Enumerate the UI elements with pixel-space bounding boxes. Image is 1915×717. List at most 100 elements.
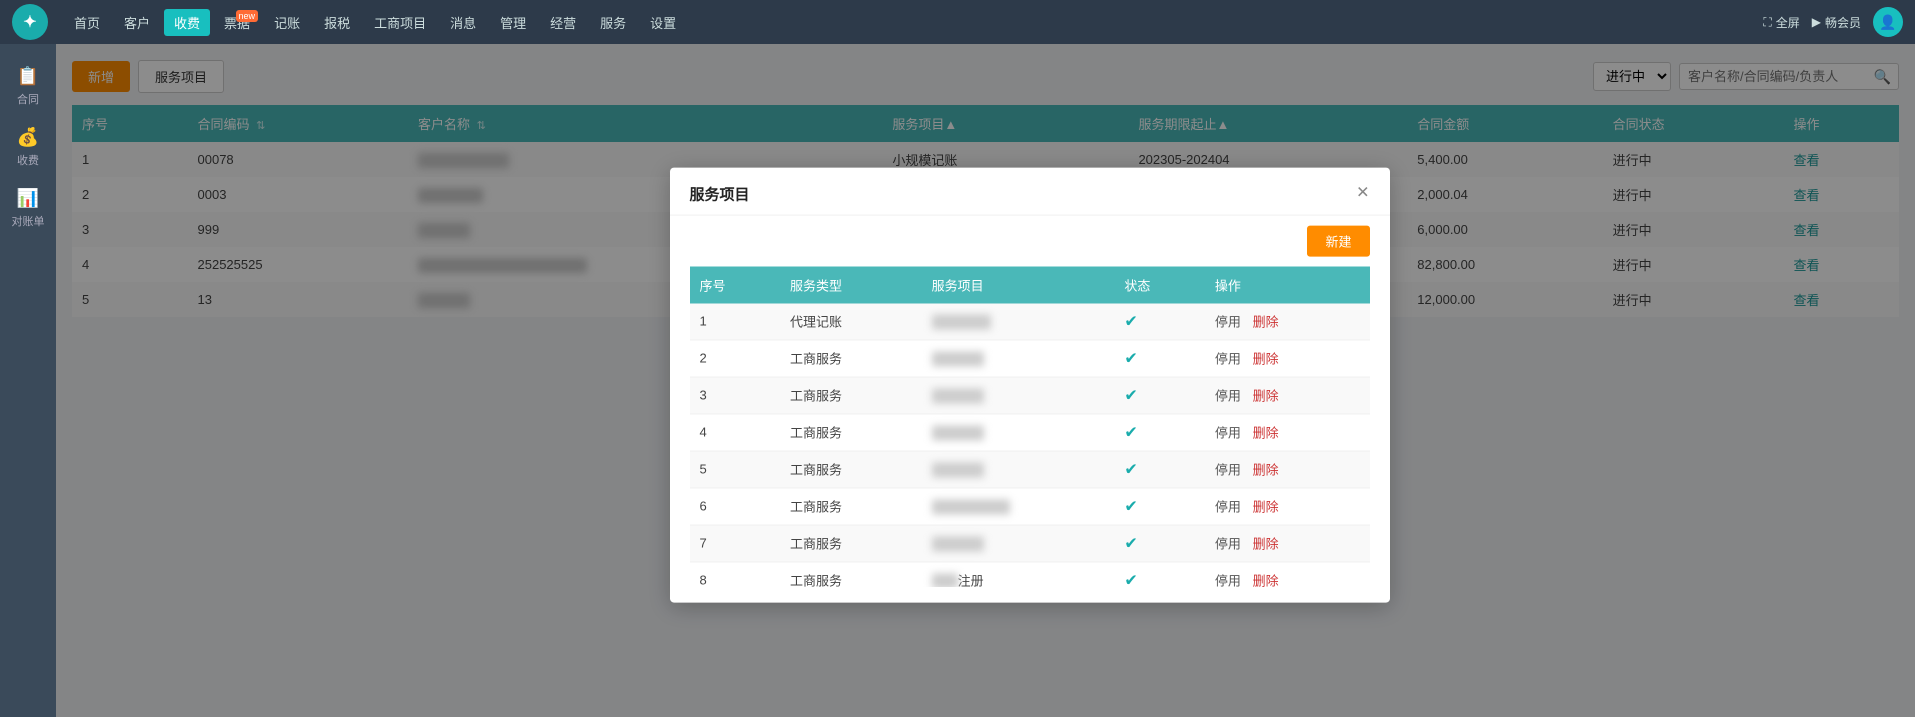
delete-button[interactable]: 删除 xyxy=(1253,389,1279,404)
status-check-icon: ✔ xyxy=(1124,572,1137,586)
modal-cell-seq: 5 xyxy=(690,451,781,488)
nav-operation[interactable]: 经营 xyxy=(540,9,586,36)
fee-icon: 💰 xyxy=(17,127,39,148)
modal-table-row: 6 工商服务 服务项目六七 ✔ 停用 删除 xyxy=(690,488,1370,525)
modal-col-status: 状态 xyxy=(1114,266,1205,303)
modal-cell-action: 停用 删除 xyxy=(1205,377,1370,414)
sidebar-label-contract: 合同 xyxy=(17,91,39,107)
modal-table-row: 1 代理记账 服务项目1 ✔ 停用 删除 xyxy=(690,303,1370,340)
status-check-icon: ✔ xyxy=(1124,461,1137,478)
delete-button[interactable]: 删除 xyxy=(1253,500,1279,515)
modal-cell-item: 服务项目 xyxy=(922,525,1115,562)
service-item-modal: 服务项目 ✕ 新建 序号 服务类型 服务项目 状态 操作 1 xyxy=(670,167,1390,602)
modal-cell-item: 服务项目 xyxy=(922,451,1115,488)
modal-table-row: 3 工商服务 服务项目 ✔ 停用 删除 xyxy=(690,377,1370,414)
nav-tax[interactable]: 报税 xyxy=(314,9,360,36)
delete-button[interactable]: 删除 xyxy=(1253,426,1279,441)
modal-cell-status: ✔ xyxy=(1114,340,1205,377)
modal-cell-seq: 4 xyxy=(690,414,781,451)
modal-cell-item: 服务项目六七 xyxy=(922,488,1115,525)
avatar[interactable]: 👤 xyxy=(1873,7,1903,37)
stop-button[interactable]: 停用 xyxy=(1215,500,1241,515)
stop-button[interactable]: 停用 xyxy=(1215,389,1241,404)
stop-button[interactable]: 停用 xyxy=(1215,574,1241,587)
fullscreen-label: 全屏 xyxy=(1776,14,1800,31)
stop-button[interactable]: 停用 xyxy=(1215,315,1241,330)
modal-cell-type: 工商服务 xyxy=(780,377,922,414)
modal-close-button[interactable]: ✕ xyxy=(1356,186,1369,202)
modal-cell-type: 工商服务 xyxy=(780,451,922,488)
modal-cell-action: 停用 删除 xyxy=(1205,451,1370,488)
nav-manage[interactable]: 管理 xyxy=(490,9,536,36)
nav-business-project[interactable]: 工商项目 xyxy=(364,9,436,36)
modal-cell-action: 停用 删除 xyxy=(1205,562,1370,587)
modal-cell-seq: 3 xyxy=(690,377,781,414)
modal-cell-seq: 8 xyxy=(690,562,781,587)
modal-cell-seq: 2 xyxy=(690,340,781,377)
sidebar: 📋 合同 💰 收费 📊 对账单 xyxy=(0,44,56,717)
sidebar-label-reconcile: 对账单 xyxy=(12,213,45,229)
stop-button[interactable]: 停用 xyxy=(1215,352,1241,367)
modal-cell-action: 停用 删除 xyxy=(1205,488,1370,525)
stop-button[interactable]: 停用 xyxy=(1215,537,1241,552)
fullscreen-button[interactable]: ⛶ 全屏 xyxy=(1763,14,1799,31)
sidebar-item-fee[interactable]: 💰 收费 xyxy=(0,117,56,178)
status-check-icon: ✔ xyxy=(1124,387,1137,404)
modal-col-item: 服务项目 xyxy=(922,266,1115,303)
modal-cell-action: 停用 删除 xyxy=(1205,340,1370,377)
delete-button[interactable]: 删除 xyxy=(1253,352,1279,367)
member-button[interactable]: ▶ 畅会员 xyxy=(1812,14,1861,31)
modal-table-scroll[interactable]: 序号 服务类型 服务项目 状态 操作 1 代理记账 服务项目1 ✔ 停用 xyxy=(690,266,1370,586)
modal-cell-action: 停用 删除 xyxy=(1205,414,1370,451)
modal-cell-status: ✔ xyxy=(1114,488,1205,525)
delete-button[interactable]: 删除 xyxy=(1253,315,1279,330)
modal-cell-seq: 6 xyxy=(690,488,781,525)
modal-cell-status: ✔ xyxy=(1114,303,1205,340)
modal-cell-item: 服务项目1 xyxy=(922,303,1115,340)
modal-cell-item: 服务项目 xyxy=(922,414,1115,451)
service-items-table: 序号 服务类型 服务项目 状态 操作 1 代理记账 服务项目1 ✔ 停用 xyxy=(690,266,1370,586)
nav-invoice[interactable]: 票据 new xyxy=(214,9,260,36)
delete-button[interactable]: 删除 xyxy=(1253,574,1279,587)
modal-table-row: 5 工商服务 服务项目 ✔ 停用 删除 xyxy=(690,451,1370,488)
modal-cell-seq: 7 xyxy=(690,525,781,562)
nav-right-area: ⛶ 全屏 ▶ 畅会员 👤 xyxy=(1763,7,1903,37)
modal-cell-item: 服务注册 xyxy=(922,562,1115,587)
nav-fee[interactable]: 收费 xyxy=(164,9,210,36)
modal-cell-type: 工商服务 xyxy=(780,525,922,562)
modal-body: 序号 服务类型 服务项目 状态 操作 1 代理记账 服务项目1 ✔ 停用 xyxy=(670,266,1390,602)
status-check-icon: ✔ xyxy=(1124,424,1137,441)
nav-customer[interactable]: 客户 xyxy=(114,9,160,36)
delete-button[interactable]: 删除 xyxy=(1253,537,1279,552)
nav-settings[interactable]: 设置 xyxy=(640,9,686,36)
modal-new-button[interactable]: 新建 xyxy=(1307,225,1369,256)
modal-cell-type: 工商服务 xyxy=(780,488,922,525)
modal-cell-action: 停用 删除 xyxy=(1205,525,1370,562)
modal-toolbar: 新建 xyxy=(670,215,1390,266)
fullscreen-icon: ⛶ xyxy=(1763,15,1771,30)
nav-bookkeeping[interactable]: 记账 xyxy=(264,9,310,36)
nav-menu: 首页 客户 收费 票据 new 记账 报税 工商项目 消息 管理 经营 服务 设… xyxy=(64,9,1763,36)
delete-button[interactable]: 删除 xyxy=(1253,463,1279,478)
modal-table-row: 8 工商服务 服务注册 ✔ 停用 删除 xyxy=(690,562,1370,587)
stop-button[interactable]: 停用 xyxy=(1215,463,1241,478)
status-check-icon: ✔ xyxy=(1124,498,1137,515)
top-navigation: ✦ 首页 客户 收费 票据 new 记账 报税 工商项目 消息 管理 经营 服务… xyxy=(0,0,1915,44)
modal-cell-status: ✔ xyxy=(1114,414,1205,451)
modal-cell-status: ✔ xyxy=(1114,451,1205,488)
contract-icon: 📋 xyxy=(17,66,39,87)
sidebar-item-contract[interactable]: 📋 合同 xyxy=(0,56,56,117)
reconcile-icon: 📊 xyxy=(17,188,39,209)
modal-title: 服务项目 xyxy=(690,183,750,204)
status-check-icon: ✔ xyxy=(1124,313,1137,330)
status-check-icon: ✔ xyxy=(1124,350,1137,367)
sidebar-item-reconcile[interactable]: 📊 对账单 xyxy=(0,178,56,239)
nav-message[interactable]: 消息 xyxy=(440,9,486,36)
status-check-icon: ✔ xyxy=(1124,535,1137,552)
modal-table-row: 4 工商服务 服务项目 ✔ 停用 删除 xyxy=(690,414,1370,451)
nav-home[interactable]: 首页 xyxy=(64,9,110,36)
modal-col-seq: 序号 xyxy=(690,266,781,303)
modal-col-type: 服务类型 xyxy=(780,266,922,303)
stop-button[interactable]: 停用 xyxy=(1215,426,1241,441)
nav-service[interactable]: 服务 xyxy=(590,9,636,36)
